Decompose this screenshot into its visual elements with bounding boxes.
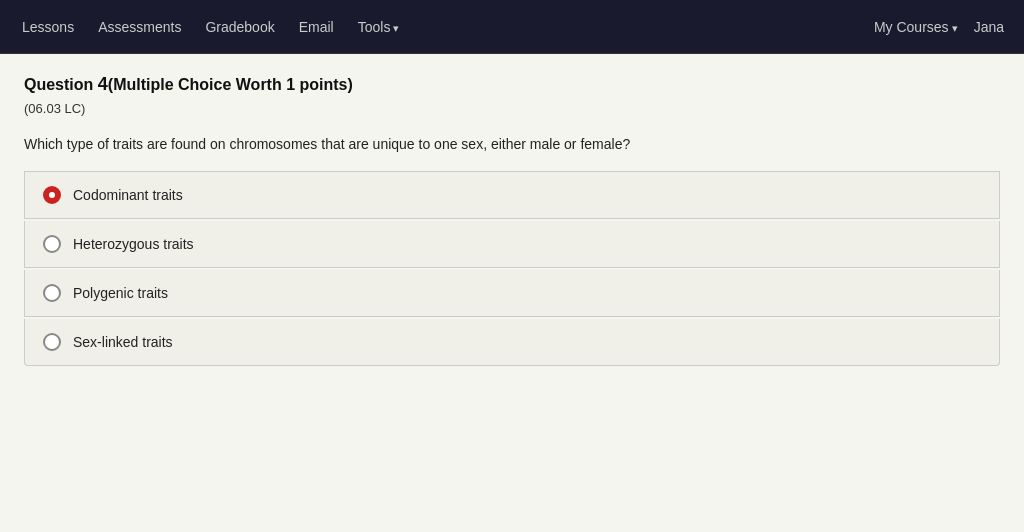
nav-right: My Courses Jana xyxy=(874,19,1004,35)
answer-option-b[interactable]: Heterozygous traits xyxy=(24,221,1000,268)
answer-label-b: Heterozygous traits xyxy=(73,236,194,252)
question-number: 4 xyxy=(98,74,108,94)
question-code: (06.03 LC) xyxy=(24,101,1000,116)
answer-option-c[interactable]: Polygenic traits xyxy=(24,270,1000,317)
nav-email[interactable]: Email xyxy=(297,15,336,39)
answer-option-d[interactable]: Sex-linked traits xyxy=(24,319,1000,366)
answer-label-a: Codominant traits xyxy=(73,187,183,203)
radio-d xyxy=(43,333,61,351)
nav-tools[interactable]: Tools xyxy=(356,15,402,39)
nav-left: Lessons Assessments Gradebook Email Tool… xyxy=(20,15,874,39)
nav-gradebook[interactable]: Gradebook xyxy=(203,15,276,39)
question-header: Question 4(Multiple Choice Worth 1 point… xyxy=(24,74,1000,95)
answer-label-c: Polygenic traits xyxy=(73,285,168,301)
main-content: Question 4(Multiple Choice Worth 1 point… xyxy=(0,54,1024,532)
my-courses-button[interactable]: My Courses xyxy=(874,19,958,35)
radio-c xyxy=(43,284,61,302)
question-type: (Multiple Choice Worth 1 points) xyxy=(108,76,353,93)
radio-b xyxy=(43,235,61,253)
navbar: Lessons Assessments Gradebook Email Tool… xyxy=(0,0,1024,54)
question-text: Which type of traits are found on chromo… xyxy=(24,134,1000,155)
nav-lessons[interactable]: Lessons xyxy=(20,15,76,39)
answer-label-d: Sex-linked traits xyxy=(73,334,173,350)
nav-assessments[interactable]: Assessments xyxy=(96,15,183,39)
answer-option-a[interactable]: Codominant traits xyxy=(24,171,1000,219)
user-name: Jana xyxy=(974,19,1004,35)
radio-a xyxy=(43,186,61,204)
